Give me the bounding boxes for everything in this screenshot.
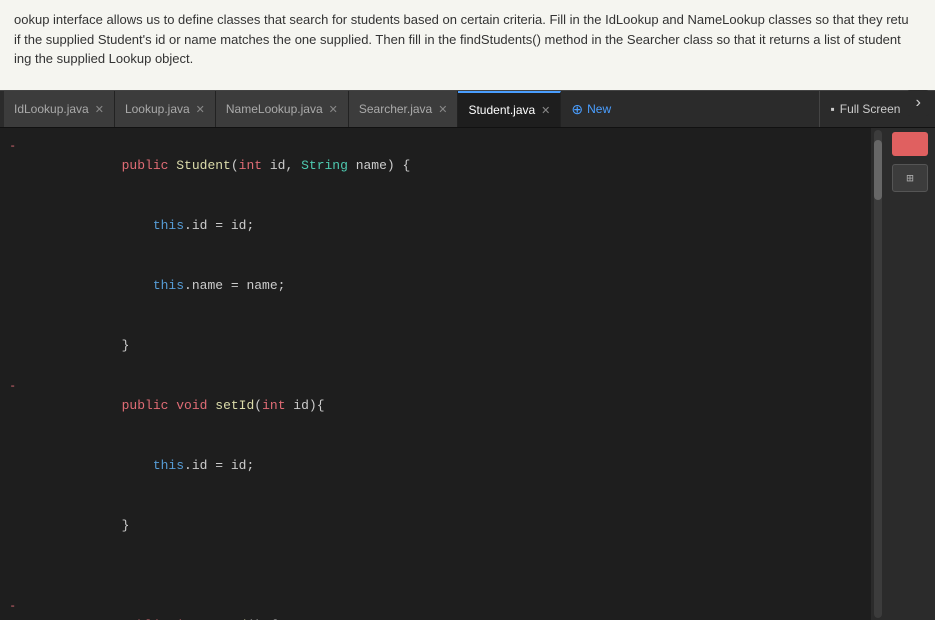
line-code bbox=[20, 576, 871, 596]
fullscreen-icon: ▪ bbox=[830, 102, 834, 116]
line-code: public int getId() { bbox=[20, 596, 871, 620]
code-line bbox=[0, 576, 871, 596]
right-sidebar: ⊞ bbox=[885, 128, 935, 620]
code-line: this.name = name; bbox=[0, 256, 871, 316]
tab-namelookup-label: NameLookup.java bbox=[226, 102, 323, 116]
tab-namelookup-close-icon[interactable]: ✕ bbox=[329, 103, 338, 116]
tab-searcher[interactable]: Searcher.java ✕ bbox=[349, 91, 459, 127]
line-code: this.name = name; bbox=[20, 256, 871, 316]
plus-icon: ⊕ bbox=[571, 101, 583, 118]
line-code: this.id = id; bbox=[20, 436, 871, 496]
code-line: - public int getId() { bbox=[0, 596, 871, 620]
tab-new-button[interactable]: ⊕ New bbox=[561, 91, 621, 127]
editor-wrapper: - public Student(int id, String name) { … bbox=[0, 128, 935, 620]
code-line bbox=[0, 556, 871, 576]
code-line: this.id = id; bbox=[0, 196, 871, 256]
line-code: } bbox=[20, 496, 871, 556]
tab-new-label: New bbox=[587, 102, 611, 116]
sidebar-red-button[interactable] bbox=[892, 132, 928, 156]
tab-student-label: Student.java bbox=[468, 103, 535, 117]
tab-lookup-close-icon[interactable]: ✕ bbox=[196, 103, 205, 116]
scrollbar-track[interactable] bbox=[874, 130, 882, 618]
line-gutter: - bbox=[0, 377, 20, 397]
line-code: public void setId(int id){ bbox=[20, 376, 871, 436]
tab-idlookup-label: IdLookup.java bbox=[14, 102, 89, 116]
code-line: - public Student(int id, String name) { bbox=[0, 136, 871, 196]
tab-idlookup-close-icon[interactable]: ✕ bbox=[95, 103, 104, 116]
line-code: public Student(int id, String name) { bbox=[20, 136, 871, 196]
chevron-right-icon[interactable]: › bbox=[907, 90, 929, 116]
code-line: } bbox=[0, 316, 871, 376]
tab-student[interactable]: Student.java ✕ bbox=[458, 91, 561, 127]
tab-idlookup[interactable]: IdLookup.java ✕ bbox=[4, 91, 115, 127]
tab-student-close-icon[interactable]: ✕ bbox=[541, 104, 550, 117]
code-line: - public void setId(int id){ bbox=[0, 376, 871, 436]
code-line: this.id = id; bbox=[0, 436, 871, 496]
line-code: this.id = id; bbox=[20, 196, 871, 256]
line-gutter: - bbox=[0, 597, 20, 617]
tab-searcher-close-icon[interactable]: ✕ bbox=[438, 103, 447, 116]
line-code bbox=[20, 556, 871, 576]
tab-bar: IdLookup.java ✕ Lookup.java ✕ NameLookup… bbox=[0, 90, 935, 128]
description-line2: if the supplied Student's id or name mat… bbox=[14, 30, 921, 50]
tab-fullscreen-label: Full Screen bbox=[840, 102, 901, 116]
description-line3: ing the supplied Lookup object. bbox=[14, 49, 921, 69]
tab-lookup-label: Lookup.java bbox=[125, 102, 190, 116]
code-line: } bbox=[0, 496, 871, 556]
description-area: ookup interface allows us to define clas… bbox=[0, 0, 935, 90]
tab-namelookup[interactable]: NameLookup.java ✕ bbox=[216, 91, 349, 127]
tab-lookup[interactable]: Lookup.java ✕ bbox=[115, 91, 216, 127]
line-code: } bbox=[20, 316, 871, 376]
tab-searcher-label: Searcher.java bbox=[359, 102, 432, 116]
editor-content[interactable]: - public Student(int id, String name) { … bbox=[0, 128, 871, 620]
description-line1: ookup interface allows us to define clas… bbox=[14, 10, 921, 30]
line-gutter: - bbox=[0, 137, 20, 157]
scrollbar[interactable] bbox=[871, 128, 885, 620]
sidebar-icon-button[interactable]: ⊞ bbox=[892, 164, 928, 192]
sidebar-grid-icon: ⊞ bbox=[906, 171, 913, 186]
scrollbar-thumb[interactable] bbox=[874, 140, 882, 200]
